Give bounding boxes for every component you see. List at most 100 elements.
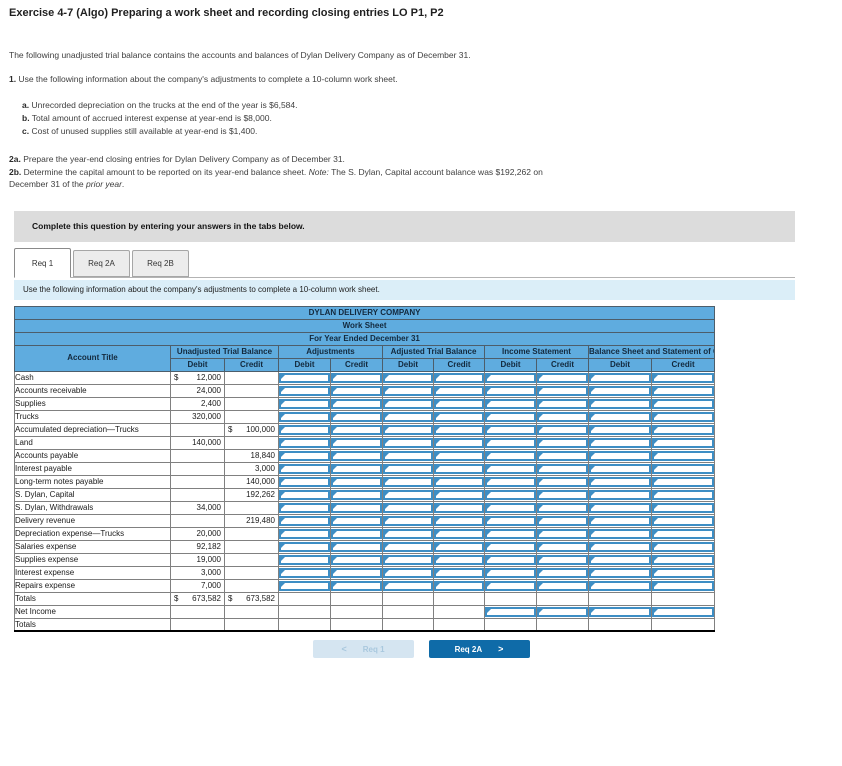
answer-cell[interactable] [652, 463, 714, 474]
answer-cell[interactable] [537, 385, 588, 396]
answer-cell[interactable] [279, 580, 330, 591]
answer-cell[interactable] [434, 502, 484, 513]
answer-cell[interactable] [434, 372, 484, 383]
answer-cell[interactable] [589, 528, 651, 539]
answer-cell[interactable] [652, 476, 714, 487]
prev-button[interactable]: < Req 1 [312, 640, 414, 658]
answer-cell[interactable] [485, 502, 536, 513]
answer-cell[interactable] [383, 463, 433, 474]
answer-cell[interactable] [279, 541, 330, 552]
answer-cell[interactable] [589, 450, 651, 461]
answer-cell[interactable] [279, 411, 330, 422]
answer-cell[interactable] [485, 567, 536, 578]
answer-cell[interactable] [383, 528, 433, 539]
answer-cell[interactable] [537, 528, 588, 539]
answer-cell[interactable] [485, 476, 536, 487]
answer-cell[interactable] [537, 606, 588, 617]
answer-cell[interactable] [331, 515, 382, 526]
answer-cell[interactable] [485, 450, 536, 461]
answer-cell[interactable] [383, 437, 433, 448]
answer-cell[interactable] [434, 437, 484, 448]
answer-cell[interactable] [331, 398, 382, 409]
answer-cell[interactable] [434, 515, 484, 526]
tab-req-2b[interactable]: Req 2B [132, 249, 189, 277]
answer-cell[interactable] [537, 476, 588, 487]
answer-cell[interactable] [383, 567, 433, 578]
answer-cell[interactable] [331, 489, 382, 500]
answer-cell[interactable] [485, 437, 536, 448]
answer-cell[interactable] [279, 424, 330, 435]
answer-cell[interactable] [279, 567, 330, 578]
answer-cell[interactable] [331, 554, 382, 565]
answer-cell[interactable] [537, 424, 588, 435]
answer-cell[interactable] [434, 528, 484, 539]
answer-cell[interactable] [589, 372, 651, 383]
answer-cell[interactable] [331, 580, 382, 591]
answer-cell[interactable] [589, 554, 651, 565]
answer-cell[interactable] [537, 450, 588, 461]
answer-cell[interactable] [331, 502, 382, 513]
next-button[interactable]: Req 2A > [428, 640, 530, 658]
answer-cell[interactable] [537, 541, 588, 552]
answer-cell[interactable] [652, 541, 714, 552]
answer-cell[interactable] [279, 463, 330, 474]
answer-cell[interactable] [652, 502, 714, 513]
answer-cell[interactable] [331, 476, 382, 487]
answer-cell[interactable] [537, 515, 588, 526]
answer-cell[interactable] [485, 424, 536, 435]
answer-cell[interactable] [485, 411, 536, 422]
answer-cell[interactable] [537, 437, 588, 448]
answer-cell[interactable] [383, 489, 433, 500]
answer-cell[interactable] [652, 554, 714, 565]
answer-cell[interactable] [537, 411, 588, 422]
answer-cell[interactable] [383, 450, 433, 461]
answer-cell[interactable] [589, 463, 651, 474]
answer-cell[interactable] [434, 424, 484, 435]
answer-cell[interactable] [652, 385, 714, 396]
answer-cell[interactable] [383, 515, 433, 526]
answer-cell[interactable] [434, 567, 484, 578]
answer-cell[interactable] [434, 541, 484, 552]
tab-req-1[interactable]: Req 1 [14, 247, 71, 278]
answer-cell[interactable] [589, 437, 651, 448]
answer-cell[interactable] [434, 489, 484, 500]
answer-cell[interactable] [485, 580, 536, 591]
answer-cell[interactable] [652, 411, 714, 422]
answer-cell[interactable] [485, 489, 536, 500]
answer-cell[interactable] [652, 424, 714, 435]
answer-cell[interactable] [279, 554, 330, 565]
answer-cell[interactable] [331, 372, 382, 383]
answer-cell[interactable] [331, 450, 382, 461]
answer-cell[interactable] [485, 372, 536, 383]
answer-cell[interactable] [652, 450, 714, 461]
answer-cell[interactable] [652, 606, 714, 617]
answer-cell[interactable] [589, 580, 651, 591]
answer-cell[interactable] [279, 450, 330, 461]
answer-cell[interactable] [589, 385, 651, 396]
answer-cell[interactable] [331, 528, 382, 539]
answer-cell[interactable] [279, 476, 330, 487]
answer-cell[interactable] [434, 411, 484, 422]
answer-cell[interactable] [279, 372, 330, 383]
answer-cell[interactable] [652, 580, 714, 591]
answer-cell[interactable] [383, 541, 433, 552]
answer-cell[interactable] [537, 489, 588, 500]
answer-cell[interactable] [485, 528, 536, 539]
answer-cell[interactable] [434, 580, 484, 591]
answer-cell[interactable] [652, 372, 714, 383]
answer-cell[interactable] [383, 502, 433, 513]
answer-cell[interactable] [279, 385, 330, 396]
answer-cell[interactable] [383, 476, 433, 487]
answer-cell[interactable] [383, 385, 433, 396]
answer-cell[interactable] [537, 502, 588, 513]
answer-cell[interactable] [331, 567, 382, 578]
answer-cell[interactable] [485, 385, 536, 396]
answer-cell[interactable] [537, 580, 588, 591]
answer-cell[interactable] [279, 398, 330, 409]
answer-cell[interactable] [589, 606, 651, 617]
answer-cell[interactable] [589, 424, 651, 435]
answer-cell[interactable] [279, 489, 330, 500]
answer-cell[interactable] [434, 463, 484, 474]
answer-cell[interactable] [279, 515, 330, 526]
answer-cell[interactable] [383, 580, 433, 591]
